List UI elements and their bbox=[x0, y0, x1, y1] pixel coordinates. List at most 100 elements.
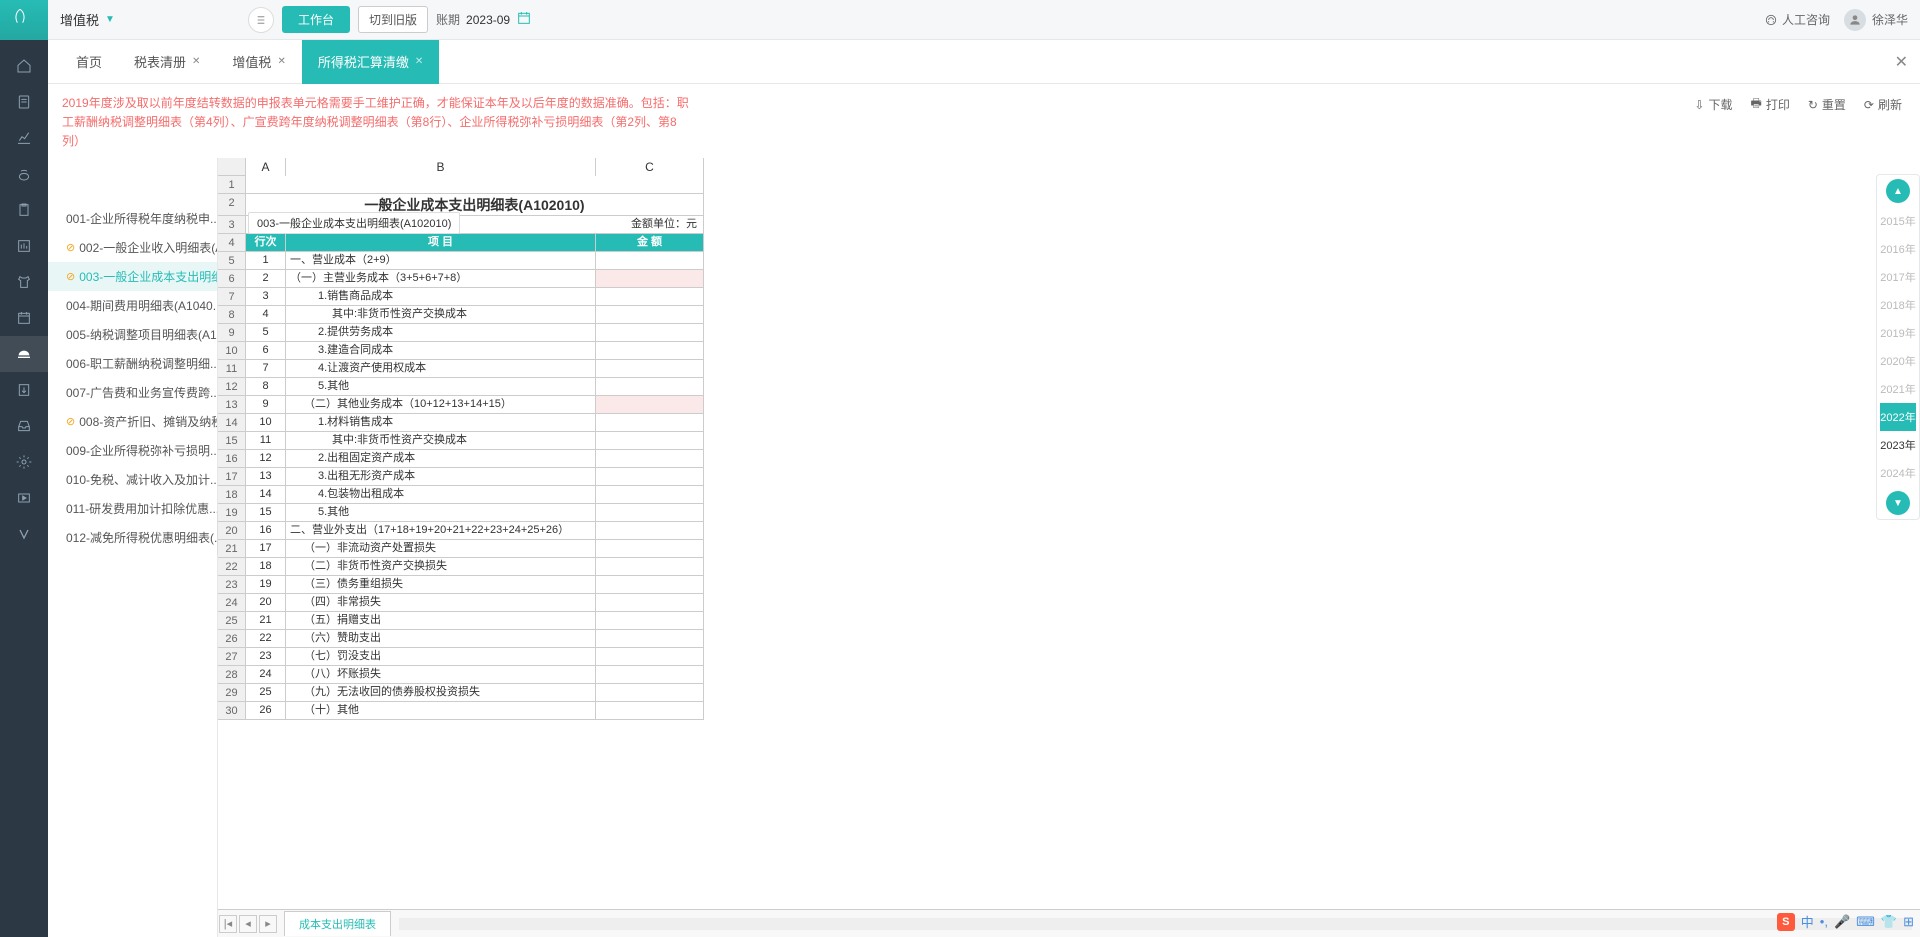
tab-税表清册[interactable]: 税表清册✕ bbox=[118, 40, 216, 84]
year-item[interactable]: 2017年 bbox=[1880, 263, 1915, 291]
spreadsheet: 003-一般企业成本支出明细表(A102010) A B C 12一般企业成本支… bbox=[218, 158, 1920, 937]
year-item[interactable]: 2016年 bbox=[1880, 235, 1915, 263]
form-nav-item[interactable]: 009-企业所得税弥补亏损明... bbox=[48, 436, 217, 465]
sheet-prev-icon[interactable]: ◂ bbox=[239, 915, 257, 933]
tab-首页[interactable]: 首页 bbox=[60, 40, 118, 84]
amount-cell[interactable] bbox=[596, 414, 704, 432]
nav-calendar-icon[interactable] bbox=[0, 300, 48, 336]
year-item[interactable]: 2022年 bbox=[1880, 403, 1915, 431]
amount-cell[interactable] bbox=[596, 522, 704, 540]
tab-close-icon[interactable]: ✕ bbox=[415, 56, 423, 67]
close-all-tabs-icon[interactable]: ✕ bbox=[1895, 52, 1908, 72]
nav-clipboard-icon[interactable] bbox=[0, 192, 48, 228]
amount-cell[interactable] bbox=[596, 252, 704, 270]
form-nav-item[interactable]: ⊘003-一般企业成本支出明细... bbox=[48, 262, 217, 291]
username[interactable]: 徐泽华 bbox=[1872, 11, 1908, 28]
ime-lang[interactable]: 中 bbox=[1801, 912, 1814, 931]
sheet-next-icon[interactable]: ▸ bbox=[259, 915, 277, 933]
form-nav-item[interactable]: 004-期间费用明细表(A1040... bbox=[48, 291, 217, 320]
refresh-button[interactable]: ⟳ 刷新 bbox=[1864, 94, 1902, 115]
nav-doc-icon[interactable] bbox=[0, 84, 48, 120]
year-item[interactable]: 2020年 bbox=[1880, 347, 1915, 375]
amount-cell[interactable] bbox=[596, 486, 704, 504]
amount-cell[interactable] bbox=[596, 684, 704, 702]
year-item[interactable]: 2024年 bbox=[1880, 459, 1915, 487]
print-button[interactable]: 🖶 打印 bbox=[1751, 94, 1790, 115]
nav-export-icon[interactable] bbox=[0, 372, 48, 408]
nav-money-icon[interactable] bbox=[0, 156, 48, 192]
nav-inbox-icon[interactable] bbox=[0, 408, 48, 444]
amount-cell[interactable] bbox=[596, 540, 704, 558]
list-icon-button[interactable] bbox=[248, 7, 274, 33]
company-dropdown[interactable]: 增值税 ▼ bbox=[60, 10, 240, 29]
sheet-first-icon[interactable]: |◂ bbox=[219, 915, 237, 933]
amount-cell[interactable] bbox=[596, 630, 704, 648]
form-nav-item[interactable]: 011-研发费用加计扣除优惠... bbox=[48, 494, 217, 523]
form-nav-item[interactable]: 001-企业所得税年度纳税申... bbox=[48, 204, 217, 233]
amount-cell[interactable] bbox=[596, 360, 704, 378]
nav-meal-icon[interactable] bbox=[0, 336, 48, 372]
calendar-icon[interactable] bbox=[516, 10, 532, 29]
form-nav-item[interactable]: ⊘008-资产折旧、摊销及纳税... bbox=[48, 407, 217, 436]
period-value[interactable]: 2023-09 bbox=[466, 13, 510, 27]
amount-cell[interactable] bbox=[596, 504, 704, 522]
year-item[interactable]: 2021年 bbox=[1880, 375, 1915, 403]
ime-logo-icon[interactable]: S bbox=[1777, 913, 1795, 931]
nav-shirt-icon[interactable] bbox=[0, 264, 48, 300]
download-button[interactable]: ⇩ 下载 bbox=[1694, 94, 1732, 115]
nav-video-icon[interactable] bbox=[0, 480, 48, 516]
amount-cell[interactable] bbox=[596, 666, 704, 684]
amount-cell[interactable] bbox=[596, 702, 704, 720]
amount-cell[interactable] bbox=[596, 576, 704, 594]
year-down-icon[interactable]: ▼ bbox=[1886, 491, 1910, 515]
form-nav-item[interactable]: 012-减免所得税优惠明细表(... bbox=[48, 523, 217, 552]
amount-cell[interactable] bbox=[596, 324, 704, 342]
form-nav-item[interactable]: 005-纳税调整项目明细表(A1... bbox=[48, 320, 217, 349]
form-nav-item[interactable]: ⊘002-一般企业收入明细表(A... bbox=[48, 233, 217, 262]
ime-keyboard-icon[interactable]: ⌨ bbox=[1856, 914, 1875, 930]
nav-gear-icon[interactable] bbox=[0, 444, 48, 480]
form-nav-item[interactable]: 006-职工薪酬纳税调整明细... bbox=[48, 349, 217, 378]
workbench-button[interactable]: 工作台 bbox=[282, 6, 350, 33]
tab-close-icon[interactable]: ✕ bbox=[192, 56, 200, 67]
ime-mic-icon[interactable]: 🎤 bbox=[1834, 914, 1850, 930]
ime-toolbox-icon[interactable]: ⊞ bbox=[1903, 914, 1914, 930]
tab-增值税[interactable]: 增值税✕ bbox=[216, 40, 301, 84]
switch-old-button[interactable]: 切到旧版 bbox=[358, 6, 428, 33]
chevron-down-icon: ▼ bbox=[105, 14, 115, 25]
tab-close-icon[interactable]: ✕ bbox=[277, 56, 285, 67]
form-nav-item[interactable]: 007-广告费和业务宣传费跨... bbox=[48, 378, 217, 407]
amount-cell[interactable] bbox=[596, 450, 704, 468]
ime-skin-icon[interactable]: 👕 bbox=[1881, 914, 1897, 930]
amount-cell[interactable] bbox=[596, 342, 704, 360]
year-item[interactable]: 2019年 bbox=[1880, 319, 1915, 347]
amount-cell[interactable] bbox=[596, 468, 704, 486]
year-item[interactable]: 2023年 bbox=[1880, 431, 1915, 459]
amount-cell[interactable] bbox=[596, 594, 704, 612]
amount-cell[interactable] bbox=[596, 270, 704, 288]
amount-cell[interactable] bbox=[596, 288, 704, 306]
amount-cell[interactable] bbox=[596, 648, 704, 666]
amount-cell[interactable] bbox=[596, 378, 704, 396]
nav-report-icon[interactable] bbox=[0, 228, 48, 264]
form-nav-item[interactable]: 010-免税、减计收入及加计... bbox=[48, 465, 217, 494]
nav-v-icon[interactable] bbox=[0, 516, 48, 552]
amount-cell[interactable] bbox=[596, 612, 704, 630]
year-up-icon[interactable]: ▲ bbox=[1886, 179, 1910, 203]
nav-chart-icon[interactable] bbox=[0, 120, 48, 156]
ime-punct-icon[interactable]: •, bbox=[1820, 914, 1828, 929]
sheet-tab[interactable]: 成本支出明细表 bbox=[284, 911, 391, 936]
warning-text: 2019年度涉及取以前年度结转数据的申报表单元格需要手工维护正确，才能保证本年及… bbox=[48, 84, 708, 158]
user-avatar-icon[interactable] bbox=[1844, 9, 1866, 31]
amount-cell[interactable] bbox=[596, 396, 704, 414]
support-link[interactable]: 人工咨询 bbox=[1764, 11, 1830, 28]
horizontal-scrollbar[interactable] bbox=[399, 918, 1912, 930]
year-item[interactable]: 2015年 bbox=[1880, 207, 1915, 235]
amount-cell[interactable] bbox=[596, 432, 704, 450]
amount-cell[interactable] bbox=[596, 558, 704, 576]
nav-home-icon[interactable] bbox=[0, 48, 48, 84]
reset-button[interactable]: ↻ 重置 bbox=[1808, 94, 1846, 115]
amount-cell[interactable] bbox=[596, 306, 704, 324]
year-item[interactable]: 2018年 bbox=[1880, 291, 1915, 319]
tab-所得税汇算清缴[interactable]: 所得税汇算清缴✕ bbox=[302, 40, 439, 84]
